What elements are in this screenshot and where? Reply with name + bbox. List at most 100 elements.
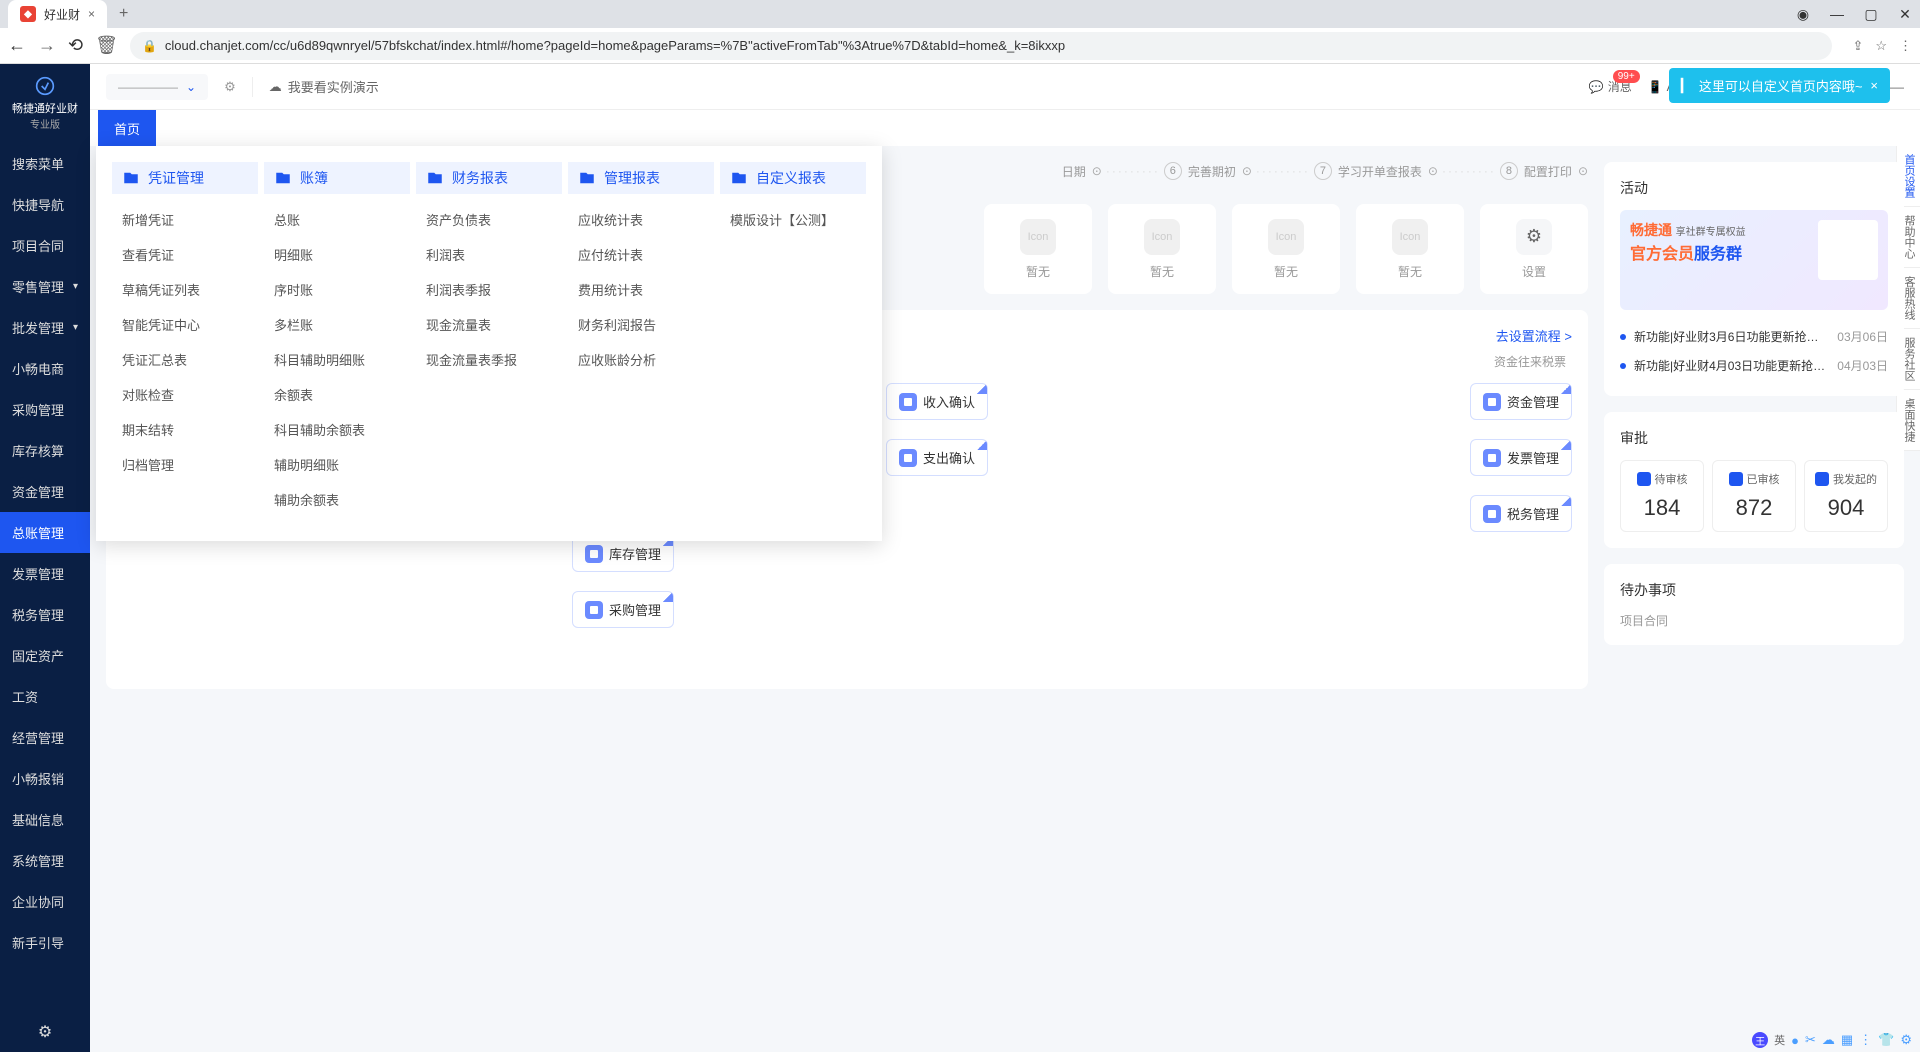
mega-item-1-4[interactable]: 科目辅助明细账: [264, 342, 410, 377]
sidebar-item-5[interactable]: 小畅电商: [0, 348, 90, 389]
url-bar[interactable]: 🔒 cloud.chanjet.com/cc/u6d89qwnryel/57bf…: [130, 32, 1832, 60]
messages-button[interactable]: 💬 消息 99+: [1589, 78, 1632, 95]
mega-item-0-3[interactable]: 智能凭证中心: [112, 307, 258, 342]
flow-box-invoice[interactable]: 发票管理: [1470, 439, 1572, 476]
maximize-button[interactable]: ▢: [1864, 6, 1878, 23]
share-icon[interactable]: ⇪: [1852, 38, 1863, 54]
step-8[interactable]: 8配置打印⊙: [1500, 162, 1588, 180]
folder-icon: [122, 169, 140, 187]
icon-card-0[interactable]: Icon暂无: [984, 204, 1092, 294]
mega-header-4[interactable]: 自定义报表: [720, 162, 866, 194]
sidebar-item-8[interactable]: 资金管理: [0, 471, 90, 512]
mega-item-0-0[interactable]: 新增凭证: [112, 202, 258, 237]
icon-card-2[interactable]: Icon暂无: [1232, 204, 1340, 294]
mega-item-0-4[interactable]: 凭证汇总表: [112, 342, 258, 377]
reload-button[interactable]: ⟲: [68, 35, 83, 56]
mega-header-0[interactable]: 凭证管理: [112, 162, 258, 194]
promo-banner[interactable]: 畅捷通 享社群专属权益 官方会员服务群: [1620, 210, 1888, 310]
icon-card-4[interactable]: ⚙设置: [1480, 204, 1588, 294]
sidebar-item-0[interactable]: 搜索菜单: [0, 143, 90, 184]
mega-item-3-2[interactable]: 费用统计表: [568, 272, 714, 307]
mega-item-3-1[interactable]: 应付统计表: [568, 237, 714, 272]
org-selector[interactable]: ————— ⌄: [106, 74, 208, 100]
icon-card-1[interactable]: Icon暂无: [1108, 204, 1216, 294]
step-7[interactable]: 7学习开单查报表⊙: [1314, 162, 1438, 180]
sidebar-item-13[interactable]: 工资: [0, 676, 90, 717]
sidebar-item-16[interactable]: 基础信息: [0, 799, 90, 840]
sidebar-item-18[interactable]: 企业协同: [0, 881, 90, 922]
activity-item-0[interactable]: 新功能|好业财3月6日功能更新抢先知03月06日: [1620, 322, 1888, 351]
settings-dot-icon[interactable]: ◉: [1796, 6, 1810, 23]
play-icon: ⊙: [1578, 164, 1588, 178]
approval-card-2[interactable]: 我发起的904: [1804, 460, 1888, 532]
mega-header-2[interactable]: 财务报表: [416, 162, 562, 194]
mega-header-1[interactable]: 账簿: [264, 162, 410, 194]
mega-item-3-4[interactable]: 应收账龄分析: [568, 342, 714, 377]
flow-box-tax[interactable]: 税务管理: [1470, 495, 1572, 532]
sidebar-item-7[interactable]: 库存核算: [0, 430, 90, 471]
mega-item-1-7[interactable]: 辅助明细账: [264, 447, 410, 482]
mega-item-1-6[interactable]: 科目辅助余额表: [264, 412, 410, 447]
mega-item-3-3[interactable]: 财务利润报告: [568, 307, 714, 342]
approval-card-0[interactable]: 待审核184: [1620, 460, 1704, 532]
trash-icon[interactable]: 🗑: [95, 35, 118, 56]
mega-item-2-3[interactable]: 现金流量表: [416, 307, 562, 342]
mega-item-1-0[interactable]: 总账: [264, 202, 410, 237]
mega-item-1-1[interactable]: 明细账: [264, 237, 410, 272]
sidebar-item-10[interactable]: 发票管理: [0, 553, 90, 594]
mega-item-2-0[interactable]: 资产负债表: [416, 202, 562, 237]
mega-item-1-8[interactable]: 辅助余额表: [264, 482, 410, 517]
mega-item-0-2[interactable]: 草稿凭证列表: [112, 272, 258, 307]
bookmark-icon[interactable]: ☆: [1875, 38, 1887, 54]
sidebar-item-17[interactable]: 系统管理: [0, 840, 90, 881]
demo-link[interactable]: ☁ 我要看实例演示: [269, 77, 379, 96]
new-tab-button[interactable]: +: [119, 5, 128, 23]
flow-box-income-confirm[interactable]: 收入确认: [886, 383, 988, 420]
sidebar-item-19[interactable]: 新手引导: [0, 922, 90, 963]
activity-item-1[interactable]: 新功能|好业财4月03日功能更新抢先知04月03日: [1620, 351, 1888, 380]
mega-item-2-1[interactable]: 利润表: [416, 237, 562, 272]
tab-close-icon[interactable]: ×: [88, 7, 95, 21]
forward-button[interactable]: →: [38, 35, 56, 56]
mega-item-0-7[interactable]: 归档管理: [112, 447, 258, 482]
gear-icon[interactable]: ⚙: [224, 79, 236, 95]
mega-item-0-1[interactable]: 查看凭证: [112, 237, 258, 272]
sidebar-item-15[interactable]: 小畅报销: [0, 758, 90, 799]
approval-card-1[interactable]: 已审核872: [1712, 460, 1796, 532]
sidebar-item-2[interactable]: 项目合同: [0, 225, 90, 266]
sidebar-item-6[interactable]: 采购管理: [0, 389, 90, 430]
mega-item-4-0[interactable]: 模版设计【公测】: [720, 202, 866, 237]
step-date[interactable]: 日期⊙: [1062, 163, 1102, 180]
ime-indicator[interactable]: 王 英 ● ✂ ☁ ▦ ⋮ 👕 ⚙: [1748, 1028, 1916, 1052]
minimize-button[interactable]: —: [1830, 6, 1844, 23]
menu-icon[interactable]: ⋮: [1899, 38, 1912, 54]
mega-item-3-0[interactable]: 应收统计表: [568, 202, 714, 237]
mega-item-0-6[interactable]: 期末结转: [112, 412, 258, 447]
browser-tab-active[interactable]: ◆ 好业财 ×: [8, 0, 107, 28]
back-button[interactable]: ←: [8, 35, 26, 56]
step-6[interactable]: 6完善期初⊙: [1164, 162, 1252, 180]
mega-item-2-2[interactable]: 利润表季报: [416, 272, 562, 307]
sidebar-item-9[interactable]: 总账管理: [0, 512, 90, 553]
mega-item-0-5[interactable]: 对账检查: [112, 377, 258, 412]
sidebar-item-11[interactable]: 税务管理: [0, 594, 90, 635]
icon-card-3[interactable]: Icon暂无: [1356, 204, 1464, 294]
mega-item-1-5[interactable]: 余额表: [264, 377, 410, 412]
sidebar-item-3[interactable]: 零售管理▾: [0, 266, 90, 307]
placeholder-icon: Icon: [1020, 219, 1056, 255]
tip-close-icon[interactable]: ×: [1870, 78, 1878, 93]
sidebar-item-12[interactable]: 固定资产: [0, 635, 90, 676]
close-button[interactable]: ✕: [1898, 6, 1912, 23]
tab-home[interactable]: 首页: [98, 110, 156, 146]
sidebar-item-4[interactable]: 批发管理▾: [0, 307, 90, 348]
sidebar-item-14[interactable]: 经营管理: [0, 717, 90, 758]
flow-box-purchase[interactable]: 采购管理: [572, 591, 674, 628]
flow-box-fund[interactable]: 资金管理: [1470, 383, 1572, 420]
mega-header-3[interactable]: 管理报表: [568, 162, 714, 194]
flow-box-expense-confirm[interactable]: 支出确认: [886, 439, 988, 476]
mega-item-1-2[interactable]: 序时账: [264, 272, 410, 307]
sidebar-settings-button[interactable]: ⚙: [0, 1012, 90, 1052]
mega-item-2-4[interactable]: 现金流量表季报: [416, 342, 562, 377]
sidebar-item-1[interactable]: 快捷导航: [0, 184, 90, 225]
mega-item-1-3[interactable]: 多栏账: [264, 307, 410, 342]
